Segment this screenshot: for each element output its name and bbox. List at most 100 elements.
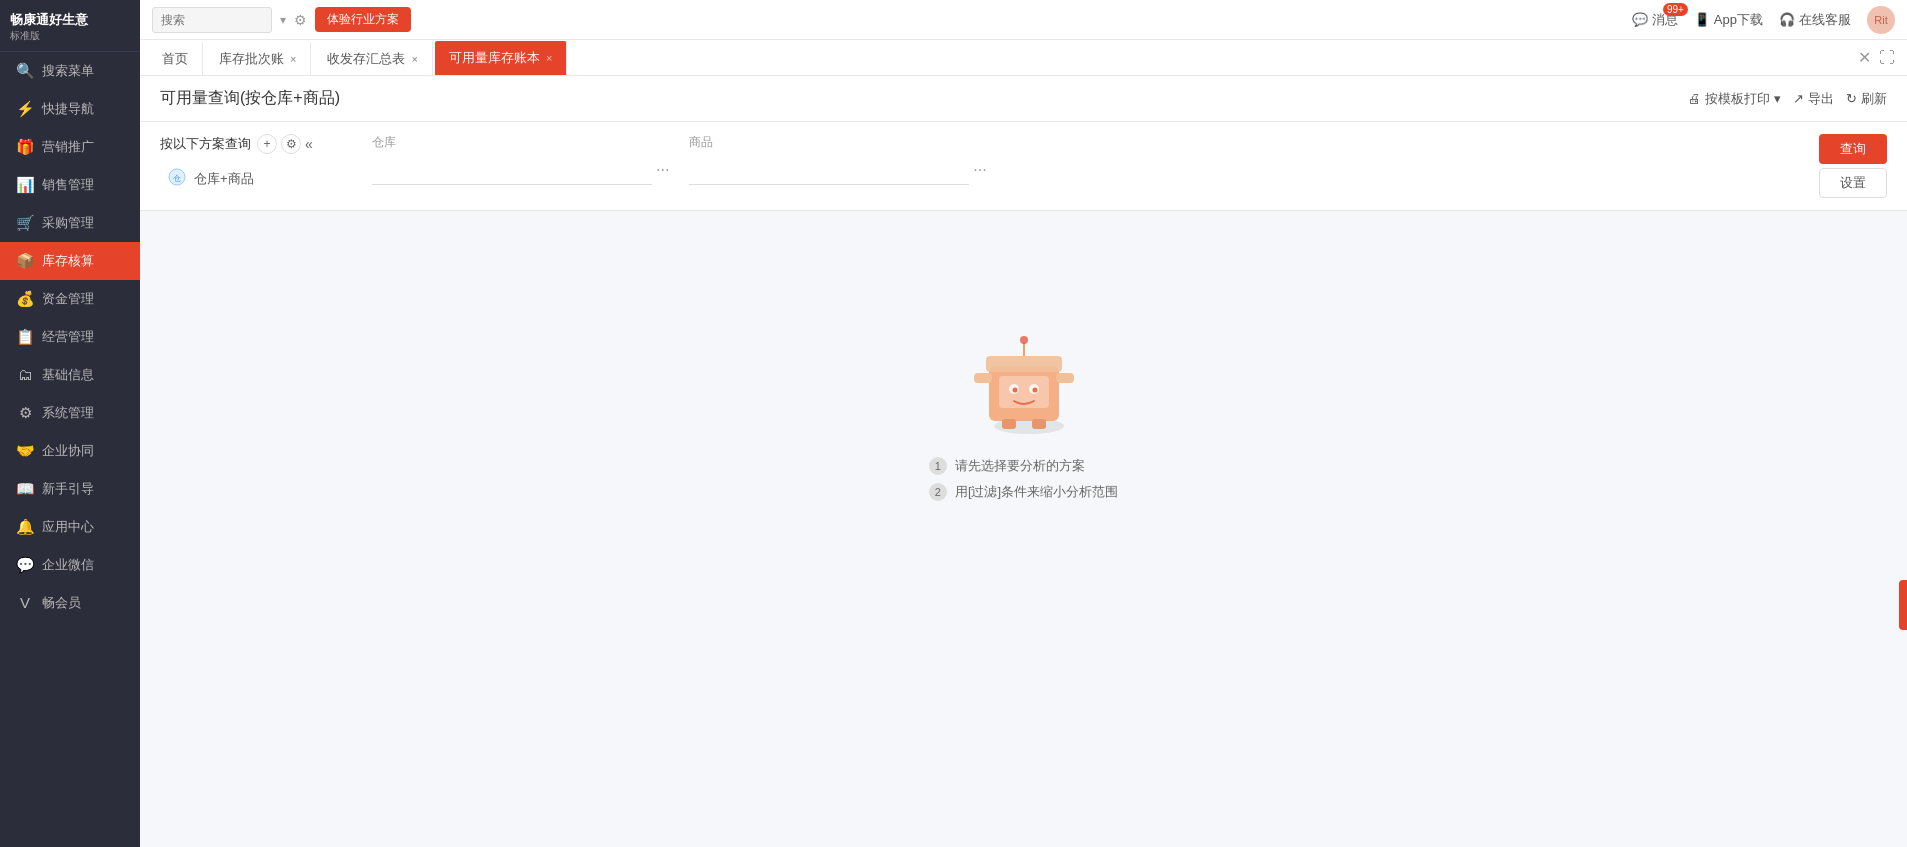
page-header: 可用量查询(按仓库+商品) 🖨 按模板打印 ▾ ↗ 导出 ↻ 刷新	[140, 76, 1907, 122]
trial-button[interactable]: 体验行业方案	[315, 7, 411, 32]
goods-input-wrap: ···	[689, 155, 986, 185]
sidebar-icon-enterprise: 🤝	[16, 442, 34, 460]
sidebar-icon-member: V	[16, 594, 34, 611]
print-icon: 🖨	[1688, 91, 1701, 106]
online-service-button[interactable]: 🎧 在线客服	[1779, 11, 1851, 29]
messages-badge: 99+	[1663, 3, 1688, 16]
sidebar-item-search[interactable]: 🔍 搜索菜单	[0, 52, 140, 90]
sidebar: 畅康通好生意 标准版 🔍 搜索菜单 ⚡ 快捷导航 🎁 营销推广 📊 销售管理 🛒…	[0, 0, 140, 847]
svg-point-9	[1032, 388, 1037, 393]
sidebar-item-system[interactable]: ⚙ 系统管理	[0, 394, 140, 432]
topbar-right: 💬 消息 99+ 📱 App下载 🎧 在线客服 Rit	[1632, 6, 1895, 34]
sidebar-icon-inventory: 📦	[16, 252, 34, 270]
tab-label-receipt-summary: 收发存汇总表	[327, 50, 405, 68]
tab-available-account[interactable]: 可用量库存账本 ×	[435, 41, 567, 75]
hint-text-1: 请先选择要分析的方案	[955, 457, 1085, 475]
sidebar-label-operations: 经营管理	[42, 328, 94, 346]
tabs-right-actions: ✕ ⛶	[1846, 48, 1907, 67]
warehouse-more-button[interactable]: ···	[656, 161, 669, 179]
sidebar-item-wechat[interactable]: 💬 企业微信	[0, 546, 140, 584]
sidebar-item-apps[interactable]: 🔔 应用中心	[0, 508, 140, 546]
sidebar-item-purchase[interactable]: 🛒 采购管理	[0, 204, 140, 242]
settings-scheme-button[interactable]: ⚙	[281, 134, 301, 154]
tab-label-available-account: 可用量库存账本	[449, 49, 540, 67]
sidebar-item-enterprise[interactable]: 🤝 企业协同	[0, 432, 140, 470]
svg-text:仓: 仓	[173, 174, 181, 183]
sidebar-label-search: 搜索菜单	[42, 62, 94, 80]
sidebar-label-sales: 销售管理	[42, 176, 94, 194]
sidebar-icon-marketing: 🎁	[16, 138, 34, 156]
scheme-item-label: 仓库+商品	[194, 170, 254, 188]
export-button[interactable]: ↗ 导出	[1793, 90, 1834, 108]
sidebar-scroll: 🔍 搜索菜单 ⚡ 快捷导航 🎁 营销推广 📊 销售管理 🛒 采购管理 📦 库存核…	[0, 52, 140, 847]
sidebar-label-newbie: 新手引导	[42, 480, 94, 498]
filter-settings-button[interactable]: 设置	[1819, 168, 1887, 198]
sidebar-label-enterprise: 企业协同	[42, 442, 94, 460]
warehouse-input[interactable]	[372, 155, 652, 185]
tab-label-home: 首页	[162, 50, 188, 68]
headset-icon: 🎧	[1779, 12, 1795, 27]
warehouse-label: 仓库	[372, 134, 669, 151]
sidebar-header: 畅康通好生意 标准版	[0, 0, 140, 52]
message-icon: 💬	[1632, 12, 1648, 27]
sidebar-item-operations[interactable]: 📋 经营管理	[0, 318, 140, 356]
user-avatar[interactable]: Rit	[1867, 6, 1895, 34]
sidebar-label-marketing: 营销推广	[42, 138, 94, 156]
sidebar-label-finance: 资金管理	[42, 290, 94, 308]
goods-more-button[interactable]: ···	[973, 161, 986, 179]
sidebar-label-system: 系统管理	[42, 404, 94, 422]
svg-rect-12	[974, 373, 992, 383]
filter-area: 按以下方案查询 + ⚙ « 仓	[140, 122, 1907, 211]
sidebar-icon-purchase: 🛒	[16, 214, 34, 232]
sidebar-item-shortcut[interactable]: ⚡ 快捷导航	[0, 90, 140, 128]
query-button[interactable]: 查询	[1819, 134, 1887, 164]
svg-rect-10	[1002, 419, 1016, 429]
tab-close-available-account[interactable]: ×	[546, 52, 552, 64]
warehouse-field: 仓库 ···	[372, 134, 669, 185]
sidebar-item-sales[interactable]: 📊 销售管理	[0, 166, 140, 204]
sidebar-item-basic[interactable]: 🗂 基础信息	[0, 356, 140, 394]
goods-input[interactable]	[689, 155, 969, 185]
scheme-item-warehouse-goods[interactable]: 仓 仓库+商品	[160, 162, 360, 195]
sidebar-item-inventory[interactable]: 📦 库存核算	[0, 242, 140, 280]
fullscreen-button[interactable]: ⛶	[1879, 49, 1895, 67]
sidebar-icon-finance: 💰	[16, 290, 34, 308]
tab-batch-account[interactable]: 库存批次账×	[205, 41, 311, 75]
phone-icon: 📱	[1694, 12, 1710, 27]
add-scheme-button[interactable]: +	[257, 134, 277, 154]
sidebar-label-shortcut: 快捷导航	[42, 100, 94, 118]
tab-home[interactable]: 首页	[148, 41, 203, 75]
topbar-gear-icon[interactable]: ⚙	[294, 12, 307, 28]
filter-form: 仓库 ··· 商品 ···	[372, 134, 1807, 185]
messages-button[interactable]: 💬 消息 99+	[1632, 11, 1678, 29]
scheme-item-icon: 仓	[168, 168, 186, 189]
empty-illustration	[964, 321, 1084, 441]
tab-close-batch-account[interactable]: ×	[290, 53, 296, 65]
close-tab-button[interactable]: ✕	[1858, 48, 1871, 67]
sidebar-icon-newbie: 📖	[16, 480, 34, 498]
sidebar-item-newbie[interactable]: 📖 新手引导	[0, 470, 140, 508]
sidebar-icon-search: 🔍	[16, 62, 34, 80]
svg-rect-11	[1032, 419, 1046, 429]
print-button[interactable]: 🖨 按模板打印 ▾	[1688, 90, 1781, 108]
app-download-button[interactable]: 📱 App下载	[1694, 11, 1763, 29]
collapse-scheme-button[interactable]: «	[305, 134, 313, 154]
topbar-dropdown-icon[interactable]: ▾	[280, 13, 286, 27]
sidebar-item-finance[interactable]: 💰 资金管理	[0, 280, 140, 318]
refresh-button[interactable]: ↻ 刷新	[1846, 90, 1887, 108]
hint-num-1: 1	[929, 457, 947, 475]
topbar: ▾ ⚙ 体验行业方案 💬 消息 99+ 📱 App下载 🎧 在线客服 Rit	[140, 0, 1907, 40]
empty-hint-1: 1 请先选择要分析的方案	[929, 457, 1118, 475]
filter-scheme-header: 按以下方案查询 + ⚙ «	[160, 134, 360, 154]
filter-scheme-panel: 按以下方案查询 + ⚙ « 仓	[160, 134, 360, 195]
sidebar-item-member[interactable]: V 畅会员	[0, 584, 140, 622]
topbar-search-input[interactable]	[152, 7, 272, 33]
print-dropdown-icon: ▾	[1774, 91, 1781, 106]
hint-text-2: 用[过滤]条件来缩小分析范围	[955, 483, 1118, 501]
sidebar-item-marketing[interactable]: 🎁 营销推广	[0, 128, 140, 166]
svg-rect-13	[1056, 373, 1074, 383]
tab-receipt-summary[interactable]: 收发存汇总表 ×	[313, 41, 432, 75]
sidebar-label-purchase: 采购管理	[42, 214, 94, 232]
tab-close-receipt-summary[interactable]: ×	[411, 53, 417, 65]
page-header-actions: 🖨 按模板打印 ▾ ↗ 导出 ↻ 刷新	[1688, 90, 1887, 108]
